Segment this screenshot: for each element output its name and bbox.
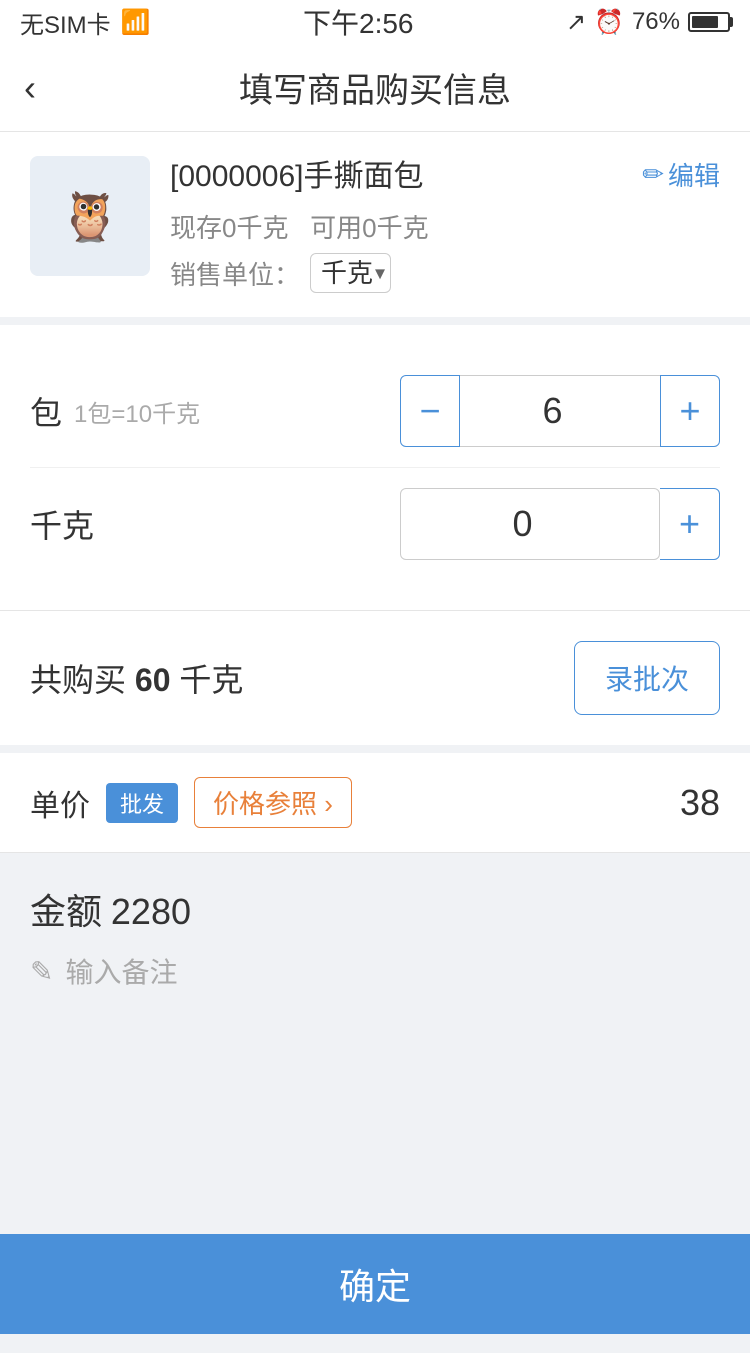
pack-label: 包 1包=10千克	[30, 388, 200, 434]
remark-placeholder: 输入备注	[65, 951, 177, 991]
pack-plus-button[interactable]: +	[660, 375, 720, 447]
back-button[interactable]: ‹	[24, 67, 36, 109]
product-stock: 现存0千克 可用0千克	[170, 208, 720, 245]
battery-percent: 76%	[632, 8, 680, 36]
product-thumbnail: 🦉	[30, 156, 150, 276]
product-logo-icon: 🦉	[60, 188, 120, 245]
price-section: 单价 批发 价格参照 › 38	[0, 753, 750, 853]
unit-select-wrap[interactable]: 千克 包	[310, 253, 391, 293]
batch-button[interactable]: 录批次	[574, 641, 720, 715]
kg-unit-label: 千克	[30, 501, 94, 547]
total-text: 共购买 60 千克	[30, 655, 243, 701]
wifi-icon: 📶	[121, 8, 151, 37]
pack-minus-button[interactable]: −	[400, 375, 460, 447]
product-header: [0000006]手撕面包 ✏ 编辑	[170, 156, 720, 198]
edit-icon: ✏	[642, 159, 664, 190]
kg-qty-control: +	[400, 488, 720, 560]
pack-qty-control: − +	[400, 375, 720, 447]
total-amount-value: 60	[135, 662, 171, 698]
total-section: 共购买 60 千克 录批次	[0, 611, 750, 753]
amount-label: 金额	[30, 891, 102, 932]
product-title: 手撕面包	[303, 160, 423, 193]
product-info: [0000006]手撕面包 ✏ 编辑 现存0千克 可用0千克 销售单位： 千克 …	[170, 156, 720, 293]
price-ref-button[interactable]: 价格参照 ›	[194, 777, 352, 828]
stock-available: 可用0千克	[310, 213, 428, 243]
kg-qty-input[interactable]	[400, 488, 660, 560]
price-value: 38	[680, 782, 720, 824]
unit-select[interactable]: 千克 包	[310, 253, 391, 293]
amount-row: 金额 2280	[30, 883, 720, 935]
product-unit-row: 销售单位： 千克 包	[170, 253, 720, 293]
product-code: [0000006]	[170, 160, 303, 193]
kg-row: 千克 +	[30, 468, 720, 580]
status-time: 下午2:56	[303, 2, 414, 42]
pack-qty-input[interactable]	[460, 375, 660, 447]
total-unit: 千克	[179, 662, 243, 698]
total-prefix: 共购买	[30, 662, 126, 698]
carrier-text: 无SIM卡	[20, 5, 111, 40]
price-type-tag: 批发	[106, 783, 178, 823]
remark-row[interactable]: ✎ 输入备注	[30, 951, 720, 991]
status-left: 无SIM卡 📶	[20, 5, 151, 40]
status-bar: 无SIM卡 📶 下午2:56 ↗ ⏰ 76%	[0, 0, 750, 44]
price-label: 单价	[30, 781, 90, 825]
amount-value: 2280	[111, 891, 191, 932]
pack-row: 包 1包=10千克 − +	[30, 355, 720, 468]
pencil-icon: ✎	[30, 955, 53, 988]
quantity-section: 包 1包=10千克 − + 千克 +	[0, 325, 750, 611]
edit-label: 编辑	[668, 156, 720, 193]
kg-plus-button[interactable]: +	[660, 488, 720, 560]
status-right: ↗ ⏰ 76%	[566, 8, 730, 37]
location-icon: ↗	[566, 8, 586, 37]
page-title: 填写商品购买信息	[239, 63, 511, 112]
pack-unit-label: 包	[30, 388, 62, 434]
amount-section: 金额 2280 ✎ 输入备注	[0, 853, 750, 1053]
pack-hint: 1包=10千克	[74, 394, 200, 429]
unit-label: 销售单位：	[170, 255, 300, 292]
battery-icon	[688, 12, 730, 32]
nav-bar: ‹ 填写商品购买信息	[0, 44, 750, 132]
product-card: 🦉 [0000006]手撕面包 ✏ 编辑 现存0千克 可用0千克 销售单位： 千…	[0, 132, 750, 325]
confirm-button[interactable]: 确定	[0, 1234, 750, 1334]
alarm-icon: ⏰	[594, 8, 624, 37]
stock-current: 现存0千克	[170, 213, 288, 243]
product-name: [0000006]手撕面包	[170, 156, 423, 198]
edit-button[interactable]: ✏ 编辑	[642, 156, 720, 193]
kg-label: 千克	[30, 501, 94, 547]
